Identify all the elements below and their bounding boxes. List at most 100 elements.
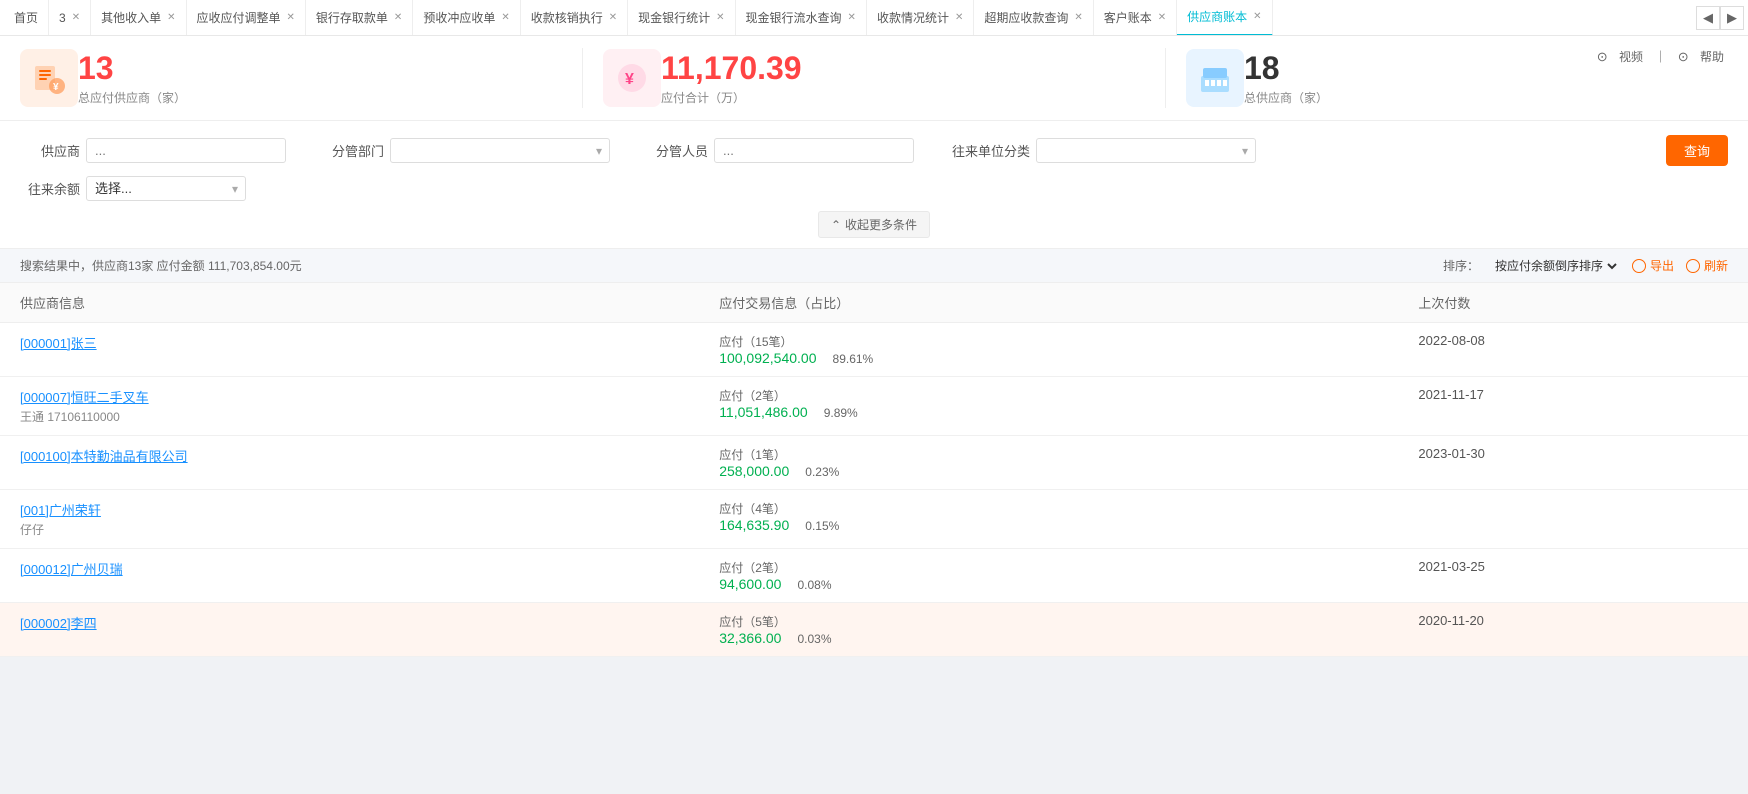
payable-amount: 94,600.00 (719, 576, 781, 592)
supplier-table: 供应商信息 应付交易信息（占比） 上次付数 [000001]张三应付（15笔）1… (0, 283, 1748, 657)
supplier-name-link[interactable]: [001]广州荣轩 (20, 503, 101, 518)
nav-tab-customer-ledger[interactable]: 客户账本 ✕ (1094, 0, 1177, 36)
stat-divider-1 (582, 48, 583, 108)
close-icon[interactable]: ✕ (848, 12, 856, 23)
balance-filter-label: 往来余额 (20, 179, 80, 198)
total-suppliers-icon (1186, 49, 1244, 107)
supplier-filter-label: 供应商 (20, 141, 80, 160)
close-icon[interactable]: ✕ (609, 12, 617, 23)
filter-row-2: 往来余额 选择... (20, 176, 1728, 201)
stat-block-total-payable: ¥ 11,170.39 应付合计（万） (603, 49, 1145, 107)
close-icon[interactable]: ✕ (955, 12, 963, 23)
last-pay-cell: 2021-03-25 (1398, 549, 1748, 603)
video-link[interactable]: 视频 (1619, 50, 1643, 64)
person-filter-label: 分管人员 (648, 141, 708, 160)
payable-info-cell: 应付（1笔）258,000.000.23% (699, 436, 1398, 490)
payable-amount: 100,092,540.00 (719, 350, 816, 366)
nav-tab-3[interactable]: 3 ✕ (49, 0, 91, 36)
nav-tab-overdue[interactable]: 超期应收款查询 ✕ (974, 0, 1093, 36)
result-bar-right: 排序： 按应付余额倒序排序 导出 刷新 (1443, 257, 1728, 274)
payable-amount: 11,051,486.00 (719, 404, 808, 420)
payable-note: 应付（2笔） (719, 387, 1378, 404)
refresh-button[interactable]: 刷新 (1686, 257, 1728, 274)
payable-suppliers-count: 13 (78, 50, 186, 87)
svg-text:¥: ¥ (53, 82, 59, 93)
supplier-info-cell: [000001]张三 (0, 323, 699, 377)
nav-tab-ar-ap-adjust[interactable]: 应收应付调整单 ✕ (187, 0, 306, 36)
table-row: [000001]张三 应付（15笔）100,092,540.0089.61%202… (0, 323, 1748, 377)
total-payable-label: 应付合计（万） (661, 89, 802, 106)
close-icon[interactable]: ✕ (1074, 12, 1082, 23)
last-pay-cell: 2022-08-08 (1398, 323, 1748, 377)
payable-info-cell: 应付（5笔）32,366.000.03% (699, 603, 1398, 657)
supplier-input[interactable] (86, 138, 286, 163)
supplier-name-link[interactable]: [000001]张三 (20, 336, 97, 351)
balance-select[interactable]: 选择... (86, 176, 246, 201)
sort-select[interactable]: 按应付余额倒序排序 (1491, 258, 1620, 274)
supplier-table-wrap: 供应商信息 应付交易信息（占比） 上次付数 [000001]张三应付（15笔）1… (0, 283, 1748, 657)
person-input[interactable] (714, 138, 914, 163)
supplier-info-cell: [000100]本特勤油品有限公司 (0, 436, 699, 490)
nav-left-arrow[interactable]: ◀ (1696, 6, 1720, 30)
stat-text-total-payable: 11,170.39 应付合计（万） (661, 50, 802, 106)
filter-person: 分管人员 (648, 138, 914, 163)
dept-select[interactable] (390, 138, 610, 163)
supplier-name-link[interactable]: [000012]广州贝瑞 (20, 562, 123, 577)
filter-row-1: 供应商 分管部门 分管人员 往来单位分类 查询 (20, 135, 1728, 166)
close-icon[interactable]: ✕ (1253, 11, 1261, 22)
filter-category: 往来单位分类 (952, 138, 1256, 163)
supplier-name-link[interactable]: [000100]本特勤油品有限公司 (20, 449, 188, 464)
supplier-info-cell: [000002]李四 (0, 603, 699, 657)
close-icon[interactable]: ✕ (167, 12, 175, 23)
nav-tab-supplier-ledger[interactable]: 供应商账本 ✕ (1177, 0, 1272, 36)
close-icon[interactable]: ✕ (394, 12, 402, 23)
payable-note: 应付（1笔） (719, 446, 1378, 463)
filter-dept: 分管部门 (324, 138, 610, 163)
supplier-name-link[interactable]: [000007]恒旺二手叉车 (20, 390, 149, 405)
sort-prefix: 排序： (1443, 257, 1479, 274)
payable-note: 应付（4笔） (719, 500, 1378, 517)
table-row: [000007]恒旺二手叉车王通 17106110000 应付（2笔）11,051… (0, 377, 1748, 436)
payable-amount: 258,000.00 (719, 463, 789, 479)
col-header-payable: 应付交易信息（占比） (699, 283, 1398, 323)
last-pay-cell: 2020-11-20 (1398, 603, 1748, 657)
close-icon[interactable]: ✕ (501, 12, 509, 23)
total-suppliers-count: 18 (1244, 50, 1328, 87)
supplier-name-link[interactable]: [000002]李四 (20, 616, 97, 631)
result-info: 搜索结果中，供应商13家 应付金额 111,703,854.00元 (20, 257, 302, 274)
payable-note: 应付（15笔） (719, 333, 1378, 350)
table-row: [000012]广州贝瑞 应付（2笔）94,600.000.08%2021-03-… (0, 549, 1748, 603)
last-pay-date: 2020-11-20 (1418, 613, 1728, 628)
table-row: [001]广州荣轩仔仔应付（4笔）164,635.900.15% (0, 490, 1748, 549)
nav-tab-other-income[interactable]: 其他收入单 ✕ (91, 0, 186, 36)
category-select[interactable] (1036, 138, 1256, 163)
nav-tab-home[interactable]: 首页 (4, 0, 49, 36)
close-icon[interactable]: ✕ (716, 12, 724, 23)
stat-text-total-suppliers: 18 总供应商（家） (1244, 50, 1328, 106)
close-icon[interactable]: ✕ (72, 12, 80, 23)
stats-bar: ¥ 13 总应付供应商（家） ¥ 11,170.39 应付合计（万） (0, 36, 1748, 121)
nav-tab-prepay[interactable]: 预收冲应收单 ✕ (413, 0, 520, 36)
supplier-info-cell: [000007]恒旺二手叉车王通 17106110000 (0, 377, 699, 436)
nav-tab-collection[interactable]: 收款核销执行 ✕ (521, 0, 628, 36)
stat-text-payable: 13 总应付供应商（家） (78, 50, 186, 106)
circle-icon-help: ⊙ (1678, 49, 1689, 64)
supplier-sub-info: 仔仔 (20, 521, 679, 538)
payable-note: 应付（2笔） (719, 559, 1378, 576)
collapse-button[interactable]: ⌃ 收起更多条件 (818, 211, 930, 238)
nav-tab-payment-stat[interactable]: 收款情况统计 ✕ (867, 0, 974, 36)
nav-tab-bank[interactable]: 银行存取款单 ✕ (306, 0, 413, 36)
nav-tab-cash-stat[interactable]: 现金银行统计 ✕ (628, 0, 735, 36)
payable-info-cell: 应付（15笔）100,092,540.0089.61% (699, 323, 1398, 377)
help-links: ⊙ 视频 ｜ ⊙ 帮助 (1593, 48, 1728, 65)
nav-right-arrow[interactable]: ▶ (1720, 6, 1744, 30)
query-button[interactable]: 查询 (1666, 135, 1728, 166)
payable-info-cell: 应付（2笔）94,600.000.08% (699, 549, 1398, 603)
help-link[interactable]: 帮助 (1700, 50, 1724, 64)
close-icon[interactable]: ✕ (287, 12, 295, 23)
supplier-info-cell: [001]广州荣轩仔仔 (0, 490, 699, 549)
export-button[interactable]: 导出 (1632, 257, 1674, 274)
nav-tab-cash-flow[interactable]: 现金银行流水查询 ✕ (736, 0, 867, 36)
total-suppliers-label: 总供应商（家） (1244, 89, 1328, 106)
close-icon[interactable]: ✕ (1158, 12, 1166, 23)
